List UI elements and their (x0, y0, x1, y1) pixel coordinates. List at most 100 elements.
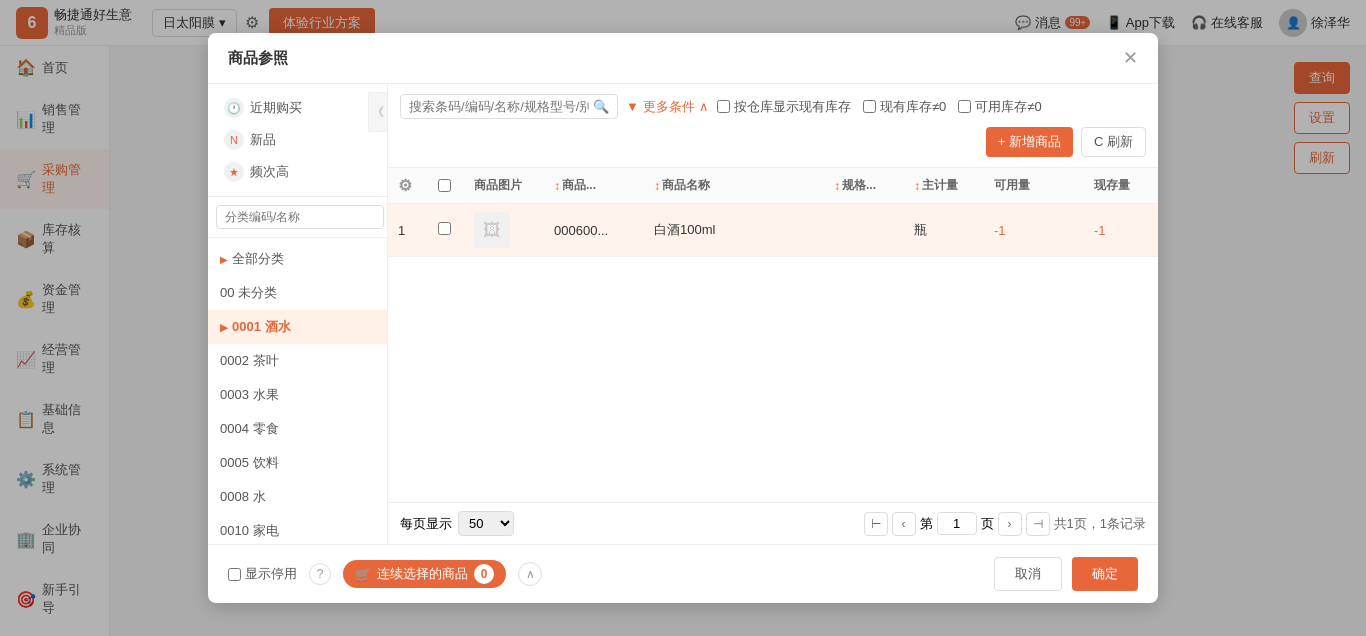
checkbox-available-label: 现有库存≠0 (880, 98, 946, 116)
th-index: ⚙ (392, 168, 432, 203)
category-0010[interactable]: 0010 家电 (208, 514, 387, 544)
category-collapse-button[interactable]: 《 (368, 92, 388, 132)
td-name: 白酒100ml (648, 213, 828, 247)
footer-right: 取消 确定 (994, 557, 1138, 591)
category-0001[interactable]: ▶ 0001 酒水 (208, 310, 387, 344)
checkbox-usable[interactable]: 可用库存≠0 (958, 98, 1041, 116)
category-0005[interactable]: 0005 饮料 (208, 446, 387, 480)
cat-label-0004: 0004 零食 (220, 420, 279, 438)
last-page-button[interactable]: ⊣ (1026, 512, 1050, 536)
modal: 商品参照 ✕ 🕐 近期购买 N 新品 ★ (208, 33, 1158, 603)
th-stock-label: 现存量 (1094, 177, 1130, 194)
page-number-input[interactable] (937, 512, 977, 535)
pagination-left: 每页显示 50 100 200 (400, 511, 514, 536)
checkbox-available-input[interactable] (863, 100, 876, 113)
table-row[interactable]: 1 🖼 000600... 白酒100ml (388, 204, 1158, 257)
toolbar-right: + 新增商品 C 刷新 (986, 127, 1146, 157)
category-0002[interactable]: 0002 茶叶 (208, 344, 387, 378)
page-unit: 页 (981, 515, 994, 533)
footer-collapse-button[interactable]: ∧ (518, 562, 542, 586)
category-search-input[interactable] (216, 205, 384, 229)
page-word: 第 (920, 515, 933, 533)
cat-label-0001: 0001 酒水 (232, 318, 291, 336)
cat-label-all: 全部分类 (232, 250, 284, 268)
th-unit[interactable]: ↕ 主计量 (908, 168, 988, 203)
cat-arrow-0001: ▶ (220, 322, 228, 333)
page-size-label: 每页显示 (400, 515, 452, 533)
add-product-button[interactable]: + 新增商品 (986, 127, 1073, 157)
th-unit-label: 主计量 (922, 177, 958, 194)
table-header: ⚙ 商品图片 ↕ 商品... ↕ (388, 168, 1158, 204)
disabled-checkbox[interactable] (228, 568, 241, 581)
quick-item-frequent-label: 频次高 (250, 163, 289, 181)
quick-item-frequent[interactable]: ★ 频次高 (216, 156, 379, 188)
product-search-input[interactable] (409, 99, 589, 114)
td-image: 🖼 (468, 204, 548, 256)
pagination-right: ⊢ ‹ 第 页 › ⊣ 共1页，1条记录 (864, 512, 1146, 536)
td-index: 1 (392, 215, 432, 246)
confirm-button[interactable]: 确定 (1072, 557, 1138, 591)
filter-icon: ▼ (626, 99, 639, 114)
th-name[interactable]: ↕ 商品名称 (648, 168, 828, 203)
category-all[interactable]: ▶ 全部分类 (208, 242, 387, 276)
th-name-label: 商品名称 (662, 177, 710, 194)
th-check (432, 168, 468, 203)
settings-gear-icon[interactable]: ⚙ (398, 176, 412, 195)
modal-header: 商品参照 ✕ (208, 33, 1158, 84)
cart-label: 连续选择的商品 (377, 565, 468, 583)
modal-close-button[interactable]: ✕ (1123, 47, 1138, 69)
checkbox-warehouse[interactable]: 按仓库显示现有库存 (717, 98, 851, 116)
help-button[interactable]: ? (309, 563, 331, 585)
footer-cart[interactable]: 🛒 连续选择的商品 0 (343, 560, 506, 588)
filter-up-icon: ∧ (699, 99, 709, 114)
checkbox-group: 按仓库显示现有库存 现有库存≠0 可用库存≠0 (717, 98, 1042, 116)
image-placeholder: 🖼 (483, 220, 501, 241)
th-available-label: 可用量 (994, 177, 1030, 194)
cat-label-0003: 0003 水果 (220, 386, 279, 404)
checkbox-usable-input[interactable] (958, 100, 971, 113)
cart-icon: 🛒 (355, 567, 371, 582)
checkbox-usable-label: 可用库存≠0 (975, 98, 1041, 116)
prev-page-button[interactable]: ‹ (892, 512, 916, 536)
modal-overlay: 商品参照 ✕ 🕐 近期购买 N 新品 ★ (0, 0, 1366, 636)
category-00[interactable]: 00 未分类 (208, 276, 387, 310)
page-size-select[interactable]: 50 100 200 (458, 511, 514, 536)
product-thumbnail: 🖼 (474, 212, 510, 248)
sort-icon-spec: ↕ (834, 179, 840, 193)
cancel-button[interactable]: 取消 (994, 557, 1062, 591)
modal-footer: 显示停用 ? 🛒 连续选择的商品 0 ∧ 取消 确定 (208, 544, 1158, 603)
total-info: 共1页，1条记录 (1054, 515, 1146, 533)
quick-item-recent[interactable]: 🕐 近期购买 (216, 92, 379, 124)
td-stock: -1 (1088, 215, 1158, 246)
pagination: 每页显示 50 100 200 ⊢ ‹ 第 页 › (388, 502, 1158, 544)
th-image: 商品图片 (468, 168, 548, 203)
frequent-icon: ★ (224, 162, 244, 182)
row-checkbox[interactable] (438, 222, 451, 235)
td-available: -1 (988, 215, 1088, 246)
th-spec[interactable]: ↕ 规格... (828, 168, 908, 203)
td-code: 000600... (548, 215, 648, 246)
category-0008[interactable]: 0008 水 (208, 480, 387, 514)
footer-checkbox-disabled[interactable]: 显示停用 (228, 565, 297, 583)
th-code[interactable]: ↕ 商品... (548, 168, 648, 203)
product-toolbar: 🔍 ▼ 更多条件 ∧ 按仓库显示现有库存 现 (388, 84, 1158, 168)
disabled-label: 显示停用 (245, 565, 297, 583)
quick-item-new[interactable]: N 新品 (216, 124, 379, 156)
category-0003[interactable]: 0003 水果 (208, 378, 387, 412)
th-image-label: 商品图片 (474, 177, 522, 194)
search-icon[interactable]: 🔍 (593, 99, 609, 114)
cat-label-0008: 0008 水 (220, 488, 266, 506)
select-all-checkbox[interactable] (438, 179, 451, 192)
td-check (432, 214, 468, 246)
category-0004[interactable]: 0004 零食 (208, 412, 387, 446)
filter-button[interactable]: ▼ 更多条件 ∧ (626, 98, 709, 116)
first-page-button[interactable]: ⊢ (864, 512, 888, 536)
td-unit: 瓶 (908, 213, 988, 247)
checkbox-warehouse-input[interactable] (717, 100, 730, 113)
refresh-product-button[interactable]: C 刷新 (1081, 127, 1146, 157)
checkbox-available[interactable]: 现有库存≠0 (863, 98, 946, 116)
next-page-button[interactable]: › (998, 512, 1022, 536)
th-stock: 现存量 (1088, 168, 1158, 203)
category-list: ▶ 全部分类 00 未分类 ▶ 0001 酒水 0002 茶叶 0003 水果 (208, 238, 387, 544)
cat-label-0010: 0010 家电 (220, 522, 279, 540)
